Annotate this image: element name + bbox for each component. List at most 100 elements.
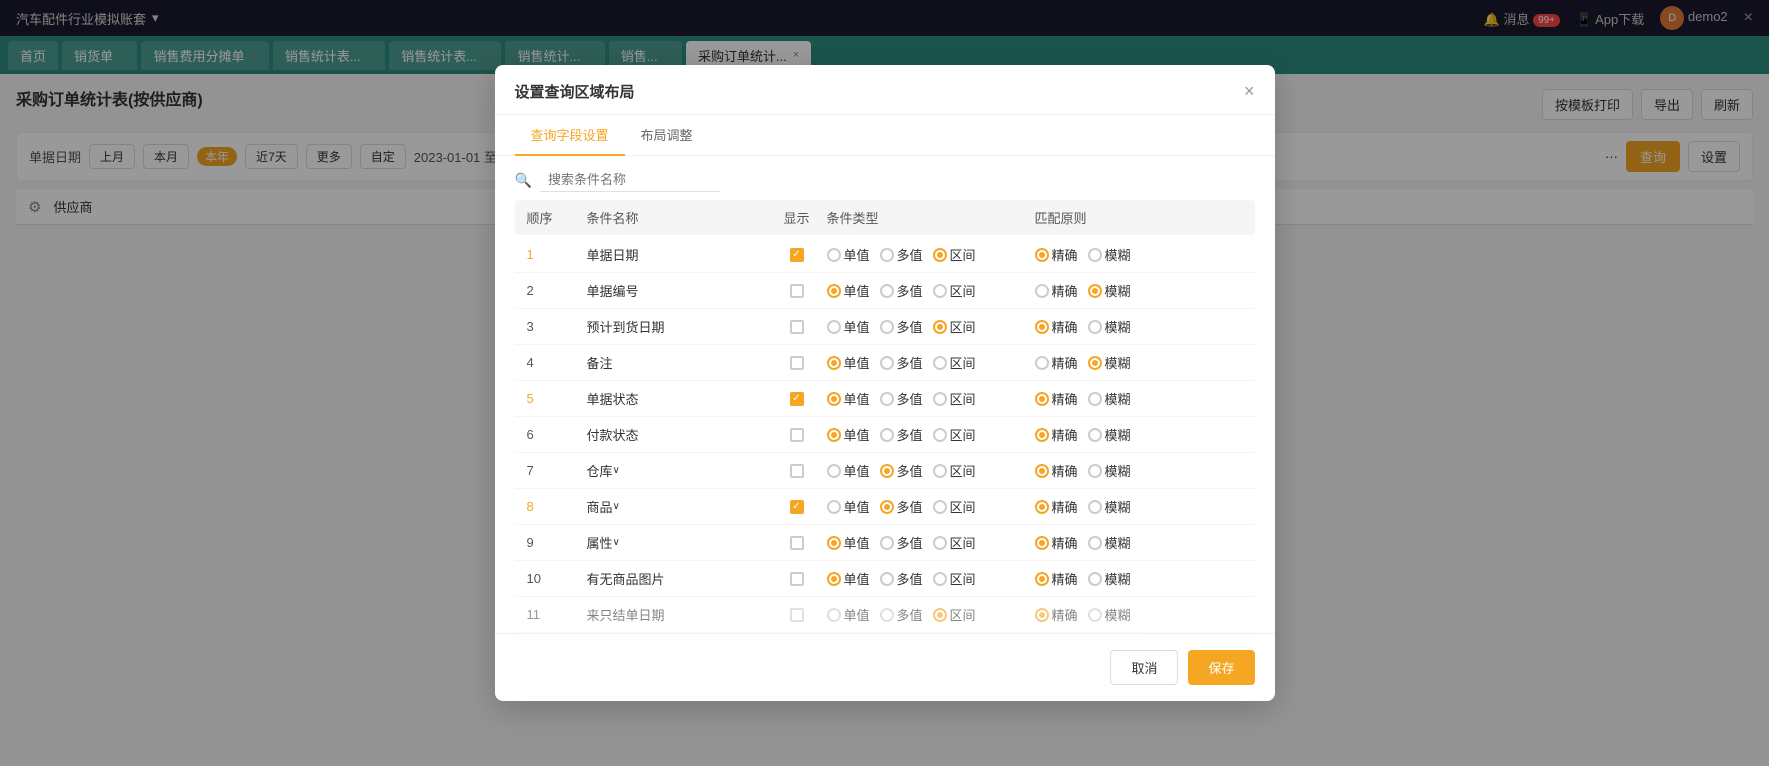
col-header-display: 显示: [767, 208, 827, 227]
radio-fuzzy-4[interactable]: 模糊: [1088, 353, 1131, 372]
radio-circle-single-8: [827, 500, 841, 514]
radio-multi-11[interactable]: 多值: [880, 605, 923, 624]
search-input[interactable]: [540, 168, 720, 192]
radio-circle-exact-6: [1035, 428, 1049, 442]
radio-exact-2[interactable]: 精确: [1035, 281, 1078, 300]
radio-multi-5[interactable]: 多值: [880, 389, 923, 408]
radio-range-1[interactable]: 区间: [933, 245, 976, 264]
radio-single-1[interactable]: 单值: [827, 245, 870, 264]
tab-field-settings[interactable]: 查询字段设置: [515, 115, 625, 156]
radio-fuzzy-5[interactable]: 模糊: [1088, 389, 1131, 408]
radio-multi-3[interactable]: 多值: [880, 317, 923, 336]
radio-circle-multi-7: [880, 464, 894, 478]
checkbox-2[interactable]: [790, 284, 804, 298]
cell-display-4[interactable]: [767, 356, 827, 370]
radio-fuzzy-1[interactable]: 模糊: [1088, 245, 1131, 264]
cell-matchrule-9: 精确 模糊: [1035, 533, 1243, 552]
radio-exact-4[interactable]: 精确: [1035, 353, 1078, 372]
cell-name-10: 有无商品图片: [587, 569, 767, 588]
radio-range-11[interactable]: 区间: [933, 605, 976, 624]
checkbox-6[interactable]: [790, 428, 804, 442]
radio-fuzzy-6[interactable]: 模糊: [1088, 425, 1131, 444]
cell-display-3[interactable]: [767, 320, 827, 334]
radio-range-4[interactable]: 区间: [933, 353, 976, 372]
cell-display-1[interactable]: ✓: [767, 248, 827, 262]
radio-fuzzy-11[interactable]: 模糊: [1088, 605, 1131, 624]
radio-fuzzy-7[interactable]: 模糊: [1088, 461, 1131, 480]
tab-layout-adjust[interactable]: 布局调整: [625, 115, 709, 156]
radio-exact-7[interactable]: 精确: [1035, 461, 1078, 480]
radio-range-9[interactable]: 区间: [933, 533, 976, 552]
radio-exact-9[interactable]: 精确: [1035, 533, 1078, 552]
radio-circle-single-9: [827, 536, 841, 550]
radio-multi-8[interactable]: 多值: [880, 497, 923, 516]
cell-display-8[interactable]: ✓: [767, 500, 827, 514]
radio-multi-9[interactable]: 多值: [880, 533, 923, 552]
radio-fuzzy-9[interactable]: 模糊: [1088, 533, 1131, 552]
cell-order-10: 10: [527, 571, 587, 586]
radio-range-5[interactable]: 区间: [933, 389, 976, 408]
checkbox-7[interactable]: [790, 464, 804, 478]
radio-range-7[interactable]: 区间: [933, 461, 976, 480]
cell-display-9[interactable]: [767, 536, 827, 550]
radio-exact-10[interactable]: 精确: [1035, 569, 1078, 588]
dialog-close-button[interactable]: ×: [1244, 81, 1255, 102]
checkbox-11[interactable]: [790, 608, 804, 622]
radio-fuzzy-10[interactable]: 模糊: [1088, 569, 1131, 588]
radio-exact-3[interactable]: 精确: [1035, 317, 1078, 336]
checkbox-9[interactable]: [790, 536, 804, 550]
checkbox-1[interactable]: ✓: [790, 248, 804, 262]
cell-condtype-11: 单值 多值 区间: [827, 605, 1035, 624]
cell-order-1: 1: [527, 247, 587, 262]
radio-single-4[interactable]: 单值: [827, 353, 870, 372]
radio-range-8[interactable]: 区间: [933, 497, 976, 516]
radio-circle-range-8: [933, 500, 947, 514]
radio-multi-10[interactable]: 多值: [880, 569, 923, 588]
checkbox-8[interactable]: ✓: [790, 500, 804, 514]
radio-range-10[interactable]: 区间: [933, 569, 976, 588]
radio-circle-range-11: [933, 608, 947, 622]
cell-display-10[interactable]: [767, 572, 827, 586]
radio-range-2[interactable]: 区间: [933, 281, 976, 300]
radio-exact-8[interactable]: 精确: [1035, 497, 1078, 516]
radio-single-2[interactable]: 单值: [827, 281, 870, 300]
radio-single-8[interactable]: 单值: [827, 497, 870, 516]
cell-display-11[interactable]: [767, 608, 827, 622]
radio-multi-4[interactable]: 多值: [880, 353, 923, 372]
radio-fuzzy-2[interactable]: 模糊: [1088, 281, 1131, 300]
cancel-button[interactable]: 取消: [1110, 650, 1178, 685]
cell-display-7[interactable]: [767, 464, 827, 478]
radio-exact-6[interactable]: 精确: [1035, 425, 1078, 444]
radio-exact-5[interactable]: 精确: [1035, 389, 1078, 408]
radio-circle-exact-4: [1035, 356, 1049, 370]
radio-exact-11[interactable]: 精确: [1035, 605, 1078, 624]
radio-range-3[interactable]: 区间: [933, 317, 976, 336]
checkbox-10[interactable]: [790, 572, 804, 586]
radio-single-11[interactable]: 单值: [827, 605, 870, 624]
cell-display-2[interactable]: [767, 284, 827, 298]
checkbox-5[interactable]: ✓: [790, 392, 804, 406]
radio-single-10[interactable]: 单值: [827, 569, 870, 588]
cell-display-6[interactable]: [767, 428, 827, 442]
radio-circle-multi-8: [880, 500, 894, 514]
radio-multi-6[interactable]: 多值: [880, 425, 923, 444]
cell-matchrule-3: 精确 模糊: [1035, 317, 1243, 336]
checkbox-3[interactable]: [790, 320, 804, 334]
col-header-condtype: 条件类型: [827, 208, 1035, 227]
radio-fuzzy-8[interactable]: 模糊: [1088, 497, 1131, 516]
radio-single-5[interactable]: 单值: [827, 389, 870, 408]
radio-multi-2[interactable]: 多值: [880, 281, 923, 300]
radio-multi-1[interactable]: 多值: [880, 245, 923, 264]
cell-matchrule-4: 精确 模糊: [1035, 353, 1243, 372]
save-button[interactable]: 保存: [1188, 650, 1254, 685]
radio-single-7[interactable]: 单值: [827, 461, 870, 480]
radio-fuzzy-3[interactable]: 模糊: [1088, 317, 1131, 336]
radio-multi-7[interactable]: 多值: [880, 461, 923, 480]
radio-exact-1[interactable]: 精确: [1035, 245, 1078, 264]
radio-single-3[interactable]: 单值: [827, 317, 870, 336]
radio-single-6[interactable]: 单值: [827, 425, 870, 444]
radio-range-6[interactable]: 区间: [933, 425, 976, 444]
cell-display-5[interactable]: ✓: [767, 392, 827, 406]
checkbox-4[interactable]: [790, 356, 804, 370]
radio-single-9[interactable]: 单值: [827, 533, 870, 552]
